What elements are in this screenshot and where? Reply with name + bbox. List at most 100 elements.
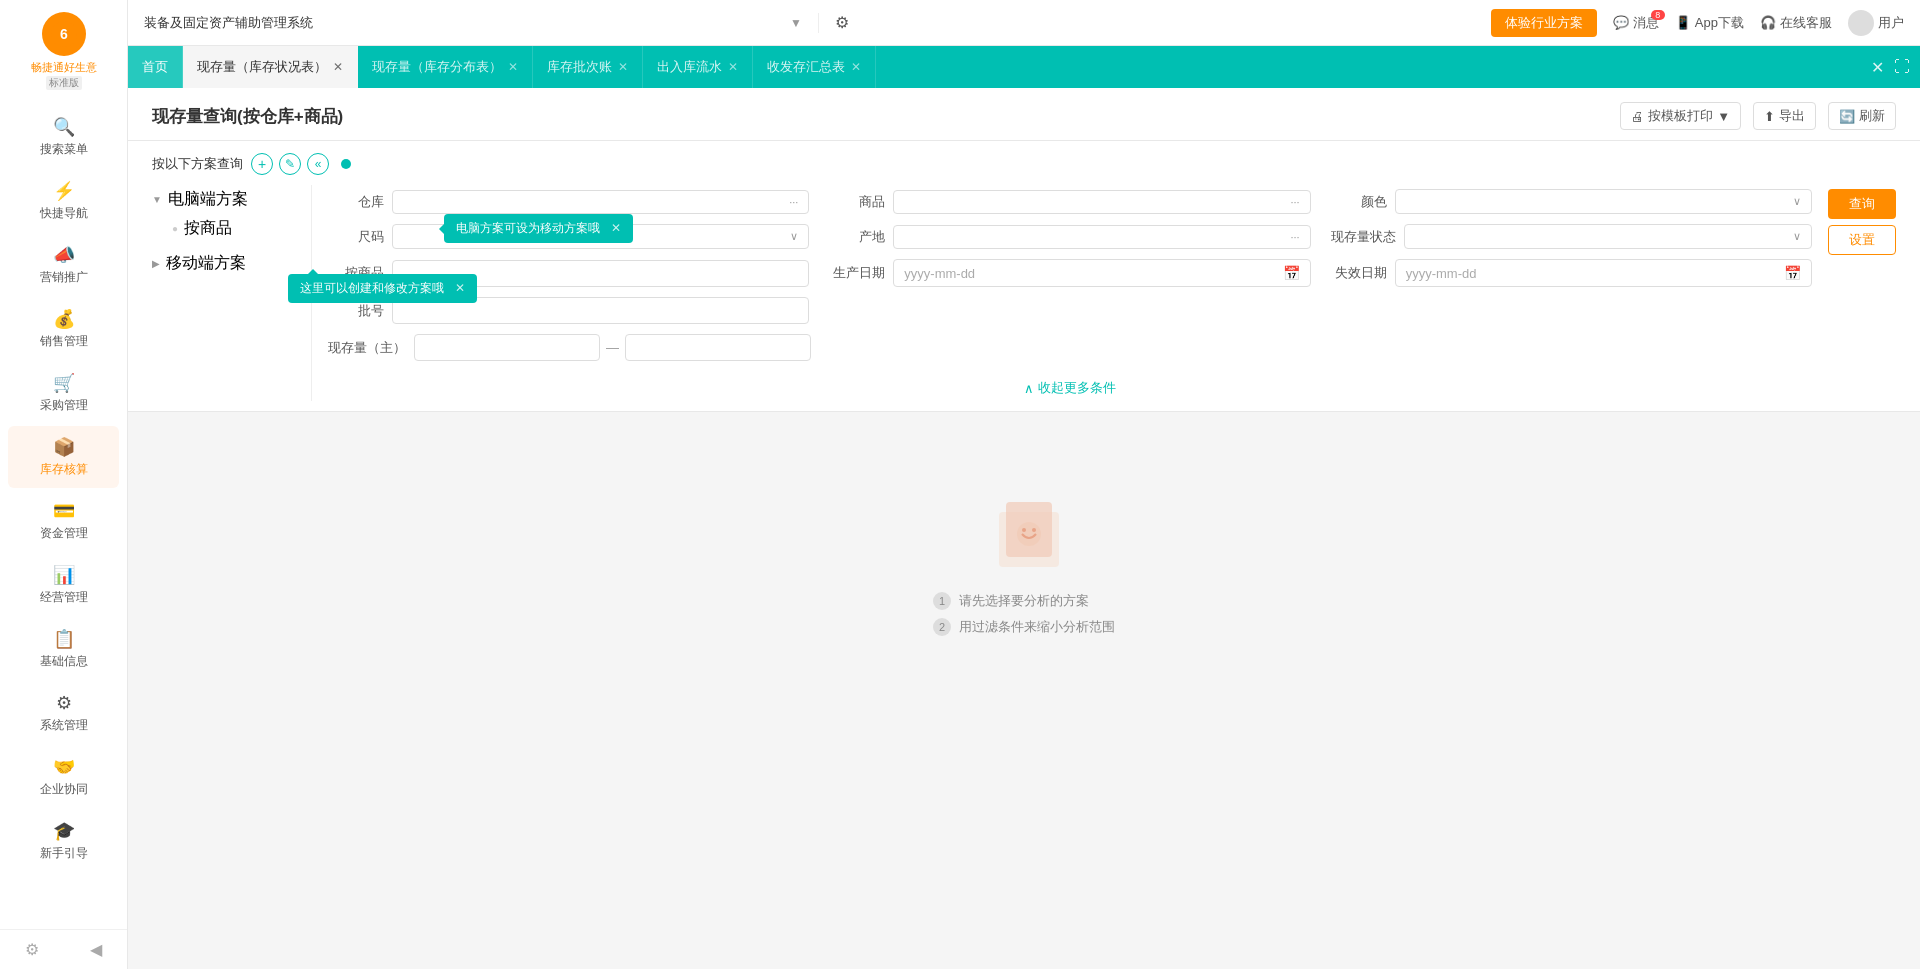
hint-text-1: 请先选择要分析的方案 <box>959 592 1089 610</box>
tab-close-inventory-status[interactable]: ✕ <box>333 60 343 74</box>
range-separator: — <box>606 340 619 355</box>
tooltip1-close-icon[interactable]: ✕ <box>611 221 621 235</box>
sidebar-item-sales[interactable]: 💰 销售管理 <box>8 298 119 360</box>
header-actions: 体验行业方案 💬 消息 8 📱 App下载 🎧 在线客服 用户 <box>1491 9 1904 37</box>
sidebar-item-label: 销售管理 <box>40 333 88 350</box>
prod-date-cal-icon: 📅 <box>1283 265 1300 281</box>
settings-bottom-icon[interactable]: ⚙ <box>25 940 39 959</box>
sidebar-item-enterprise[interactable]: 🤝 企业协同 <box>8 746 119 808</box>
refresh-btn[interactable]: 🔄 刷新 <box>1828 102 1896 130</box>
message-icon: 💬 <box>1613 15 1629 30</box>
sidebar-item-marketing[interactable]: 📣 营销推广 <box>8 234 119 296</box>
tab-close-in-out-flow[interactable]: ✕ <box>728 60 738 74</box>
prod-date-input[interactable]: yyyy-mm-dd 📅 <box>893 259 1310 287</box>
page-title-row: 现存量查询(按仓库+商品) 🖨 按模板打印 ▼ ⬆ 导出 🔄 刷新 <box>152 102 1896 130</box>
marketing-icon: 📣 <box>53 244 75 266</box>
tab-bar: 首页 现存量（库存状况表） ✕ 现存量（库存分布表） ✕ 库存批次账 ✕ 出入库… <box>128 46 1920 88</box>
tab-inventory-dist[interactable]: 现存量（库存分布表） ✕ <box>358 46 533 88</box>
origin-select[interactable]: ··· <box>893 225 1310 249</box>
goods-select[interactable]: ··· <box>893 190 1310 214</box>
filter-row-stock-status: 现存量状态 ∨ <box>1331 224 1812 249</box>
tab-close-recv-send[interactable]: ✕ <box>851 60 861 74</box>
collapse-filter-btn[interactable]: ∧ 收起更多条件 <box>328 371 1812 401</box>
purchase-icon: 🛒 <box>53 372 75 394</box>
empty-hint-2: 2 用过滤条件来缩小分析范围 <box>933 618 1115 636</box>
print-label: 按模板打印 <box>1648 107 1713 125</box>
filter-actions: + ✎ « <box>251 153 329 175</box>
sidebar-item-guide[interactable]: 🎓 新手引导 <box>8 810 119 872</box>
tab-close-all-icon[interactable]: ✕ <box>1871 58 1884 77</box>
search-btn-col: 查询 设置 <box>1812 185 1896 401</box>
expire-date-placeholder: yyyy-mm-dd <box>1406 266 1477 281</box>
color-select[interactable]: ∨ <box>1395 189 1812 214</box>
filter-row-prod-date: 生产日期 yyyy-mm-dd 📅 <box>829 259 1310 287</box>
sidebar-item-basic[interactable]: 📋 基础信息 <box>8 618 119 680</box>
tab-home[interactable]: 首页 <box>128 46 183 88</box>
tooltip2-close-icon[interactable]: ✕ <box>455 281 465 295</box>
trial-btn[interactable]: 体验行业方案 <box>1491 9 1597 37</box>
tab-batch-ledger[interactable]: 库存批次账 ✕ <box>533 46 643 88</box>
stock-status-label: 现存量状态 <box>1331 228 1396 246</box>
tab-bar-right: ✕ ⛶ <box>1861 46 1920 88</box>
settings-icon[interactable]: ⚙ <box>835 13 849 32</box>
tab-close-inventory-dist[interactable]: ✕ <box>508 60 518 74</box>
scheme-desktop[interactable]: ▼ 电脑端方案 <box>152 185 301 214</box>
sidebar-item-purchase[interactable]: 🛒 采购管理 <box>8 362 119 424</box>
headset-icon: 🎧 <box>1760 15 1776 30</box>
scheme-desktop-item-goods[interactable]: ● 按商品 <box>172 214 301 243</box>
content-area: 现存量查询(按仓库+商品) 🖨 按模板打印 ▼ ⬆ 导出 🔄 刷新 <box>128 88 1920 969</box>
tab-recv-send[interactable]: 收发存汇总表 ✕ <box>753 46 876 88</box>
inventory-icon: 📦 <box>53 436 75 458</box>
prod-date-placeholder: yyyy-mm-dd <box>904 266 975 281</box>
support-label: 在线客服 <box>1780 14 1832 32</box>
sidebar-item-search-menu[interactable]: 🔍 搜索菜单 <box>8 106 119 168</box>
batch-no-label: 批号 <box>328 302 384 320</box>
tab-close-batch-ledger[interactable]: ✕ <box>618 60 628 74</box>
user-item[interactable]: 用户 <box>1848 10 1904 36</box>
add-scheme-btn[interactable]: + <box>251 153 273 175</box>
stock-qty-min[interactable] <box>414 334 600 361</box>
warehouse-label: 仓库 <box>328 193 384 211</box>
stock-qty-label: 现存量（主） <box>328 339 406 357</box>
tab-expand-icon[interactable]: ⛶ <box>1894 58 1910 76</box>
scheme-desktop-label: 电脑端方案 <box>168 189 248 210</box>
message-icon-item[interactable]: 💬 消息 8 <box>1613 14 1659 32</box>
sidebar-bottom: ⚙ ◀ <box>0 929 127 969</box>
warehouse-select[interactable]: ··· <box>392 190 809 214</box>
collapse-sidebar-icon[interactable]: ◀ <box>90 940 102 959</box>
top-header: 装备及固定资产辅助管理系统 ▼ ⚙ 体验行业方案 💬 消息 8 📱 App下载 … <box>128 0 1920 46</box>
stock-qty-max[interactable] <box>625 334 811 361</box>
stock-status-select[interactable]: ∨ <box>1404 224 1812 249</box>
tab-in-out-flow[interactable]: 出入库流水 ✕ <box>643 46 753 88</box>
sidebar-menu: 🔍 搜索菜单 ⚡ 快捷导航 📣 营销推广 💰 销售管理 🛒 采购管理 📦 库存核… <box>0 98 127 929</box>
tab-inventory-status-label: 现存量（库存状况表） <box>197 58 327 76</box>
goods-label: 商品 <box>829 193 885 211</box>
sidebar-item-quick-nav[interactable]: ⚡ 快捷导航 <box>8 170 119 232</box>
expire-date-label: 失效日期 <box>1331 264 1387 282</box>
sidebar-item-system[interactable]: ⚙ 系统管理 <box>8 682 119 744</box>
system-title-dropdown[interactable]: ▼ <box>790 16 802 30</box>
app-download-item[interactable]: 📱 App下载 <box>1675 14 1744 32</box>
avatar <box>1848 10 1874 36</box>
system-title: 装备及固定资产辅助管理系统 <box>144 14 786 32</box>
reset-btn[interactable]: 设置 <box>1828 225 1896 255</box>
back-scheme-btn[interactable]: « <box>307 153 329 175</box>
search-btn[interactable]: 查询 <box>1828 189 1896 219</box>
tab-inventory-status[interactable]: 现存量（库存状况表） ✕ <box>183 46 358 88</box>
expire-date-input[interactable]: yyyy-mm-dd 📅 <box>1395 259 1812 287</box>
empty-state: 1 请先选择要分析的方案 2 用过滤条件来缩小分析范围 <box>128 412 1920 716</box>
support-item[interactable]: 🎧 在线客服 <box>1760 14 1832 32</box>
scheme-mobile[interactable]: ▶ 移动端方案 <box>152 249 301 278</box>
print-btn[interactable]: 🖨 按模板打印 ▼ <box>1620 102 1741 130</box>
tooltip-desktop-to-mobile: 电脑方案可设为移动方案哦 ✕ <box>444 214 633 243</box>
edit-scheme-btn[interactable]: ✎ <box>279 153 301 175</box>
expand-desktop-icon: ▼ <box>152 194 162 205</box>
page-actions: 🖨 按模板打印 ▼ ⬆ 导出 🔄 刷新 <box>1620 102 1896 130</box>
sidebar-item-inventory[interactable]: 📦 库存核算 <box>8 426 119 488</box>
sidebar-item-operations[interactable]: 📊 经营管理 <box>8 554 119 616</box>
svg-point-4 <box>1017 522 1041 546</box>
filter-row-origin: 产地 ··· <box>829 224 1310 249</box>
sidebar-item-finance[interactable]: 💳 资金管理 <box>8 490 119 552</box>
sidebar-item-label: 采购管理 <box>40 397 88 414</box>
export-btn[interactable]: ⬆ 导出 <box>1753 102 1816 130</box>
